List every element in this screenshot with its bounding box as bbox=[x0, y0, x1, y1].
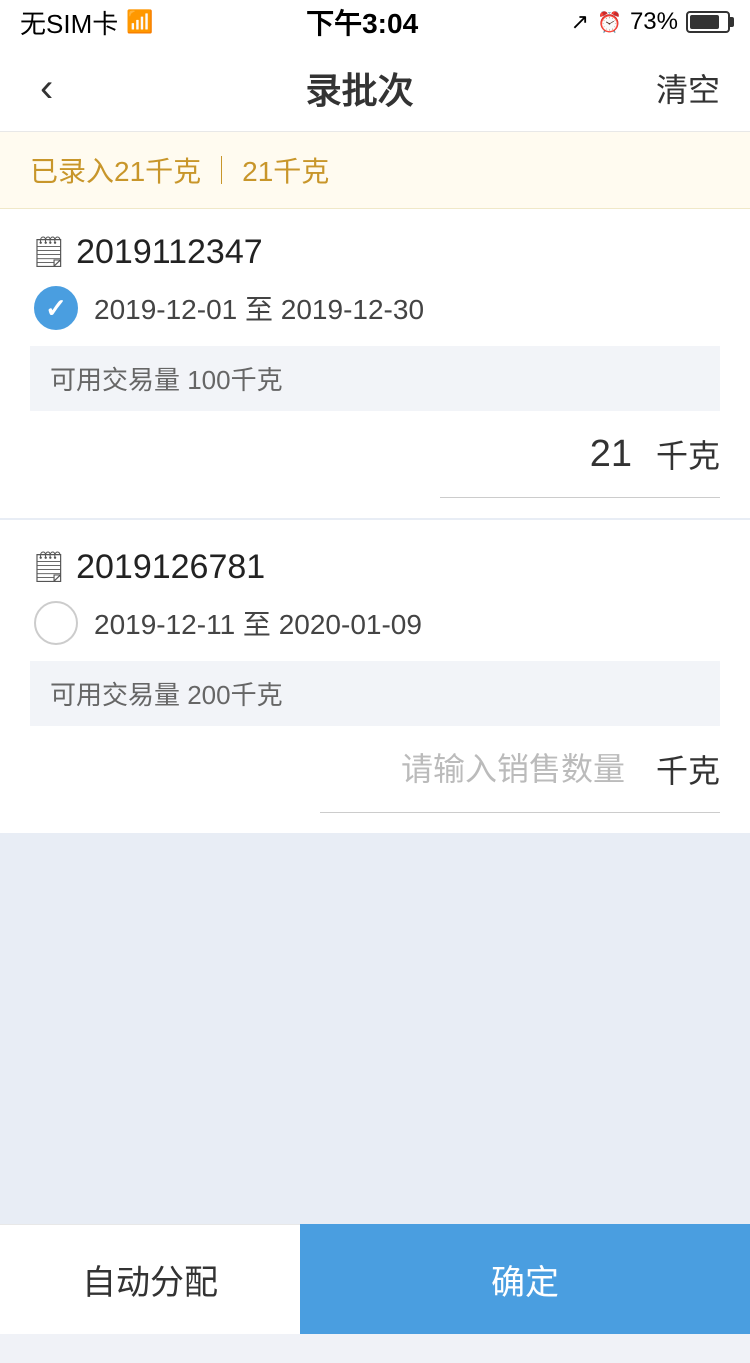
batch-1-qty-unit: 千克 bbox=[656, 431, 720, 477]
carrier-text: 无SIM卡 bbox=[20, 4, 118, 41]
battery-percent: 73% bbox=[630, 8, 678, 36]
bottom-buttons: 自动分配 确定 bbox=[0, 1224, 750, 1334]
batch-1-quantity-row: 21 千克 bbox=[0, 411, 750, 497]
nav-bar: ‹ 录批次 清空 bbox=[0, 44, 750, 132]
batch-2-id: 2019126781 bbox=[76, 548, 265, 587]
location-icon: ↗ bbox=[571, 9, 589, 35]
batch-1-date: 2019-12-01 至 2019-12-30 bbox=[94, 288, 424, 328]
status-right: ↗ ⏰ 73% bbox=[571, 8, 730, 36]
batch-2-icon: 🗒 bbox=[30, 550, 68, 585]
batch-1-qty-value: 21 bbox=[590, 433, 632, 476]
summary-bar: 已录入21千克 21千克 bbox=[0, 132, 750, 209]
batch-1-icon: 🗒 bbox=[30, 235, 68, 270]
bottom-area bbox=[0, 833, 750, 1253]
clear-button[interactable]: 清空 bbox=[656, 65, 720, 111]
battery-icon bbox=[686, 11, 730, 33]
page-title: 录批次 bbox=[306, 62, 414, 114]
batch-2-qty-input[interactable] bbox=[30, 751, 640, 788]
batch-item-2: 🗒 2019126781 2019-12-11 至 2020-01-09 可用交… bbox=[0, 520, 750, 726]
batch-2-radio[interactable] bbox=[34, 601, 78, 645]
batch-1-header: 🗒 2019112347 bbox=[30, 233, 720, 272]
batch-2-unit: 千克 bbox=[656, 746, 720, 792]
batch-1-radio[interactable] bbox=[34, 286, 78, 330]
batch-1-id: 2019112347 bbox=[76, 233, 263, 272]
batch-2-header: 🗒 2019126781 bbox=[30, 548, 720, 587]
status-bar: 无SIM卡 📶 下午3:04 ↗ ⏰ 73% bbox=[0, 0, 750, 44]
summary-label: 已录入21千克 bbox=[30, 150, 201, 190]
confirm-button[interactable]: 确定 bbox=[300, 1224, 750, 1334]
wifi-icon: 📶 bbox=[126, 9, 153, 35]
auto-distribute-button[interactable]: 自动分配 bbox=[0, 1224, 300, 1334]
summary-divider bbox=[221, 156, 222, 184]
batch-item-1: 🗒 2019112347 2019-12-01 至 2019-12-30 可用交… bbox=[0, 209, 750, 411]
batch-1-date-row[interactable]: 2019-12-01 至 2019-12-30 bbox=[30, 286, 720, 330]
summary-amount: 21千克 bbox=[242, 150, 329, 190]
batch-2-available: 可用交易量 200千克 bbox=[30, 661, 720, 726]
back-button[interactable]: ‹ bbox=[30, 58, 63, 118]
batch-2-input-row: 千克 bbox=[0, 726, 750, 812]
batch-1-available: 可用交易量 100千克 bbox=[30, 346, 720, 411]
status-left: 无SIM卡 📶 bbox=[20, 4, 154, 41]
batch-2-date: 2019-12-11 至 2020-01-09 bbox=[94, 603, 422, 643]
status-time: 下午3:04 bbox=[306, 2, 418, 42]
batch-2-date-row[interactable]: 2019-12-11 至 2020-01-09 bbox=[30, 601, 720, 645]
alarm-icon: ⏰ bbox=[597, 10, 622, 35]
